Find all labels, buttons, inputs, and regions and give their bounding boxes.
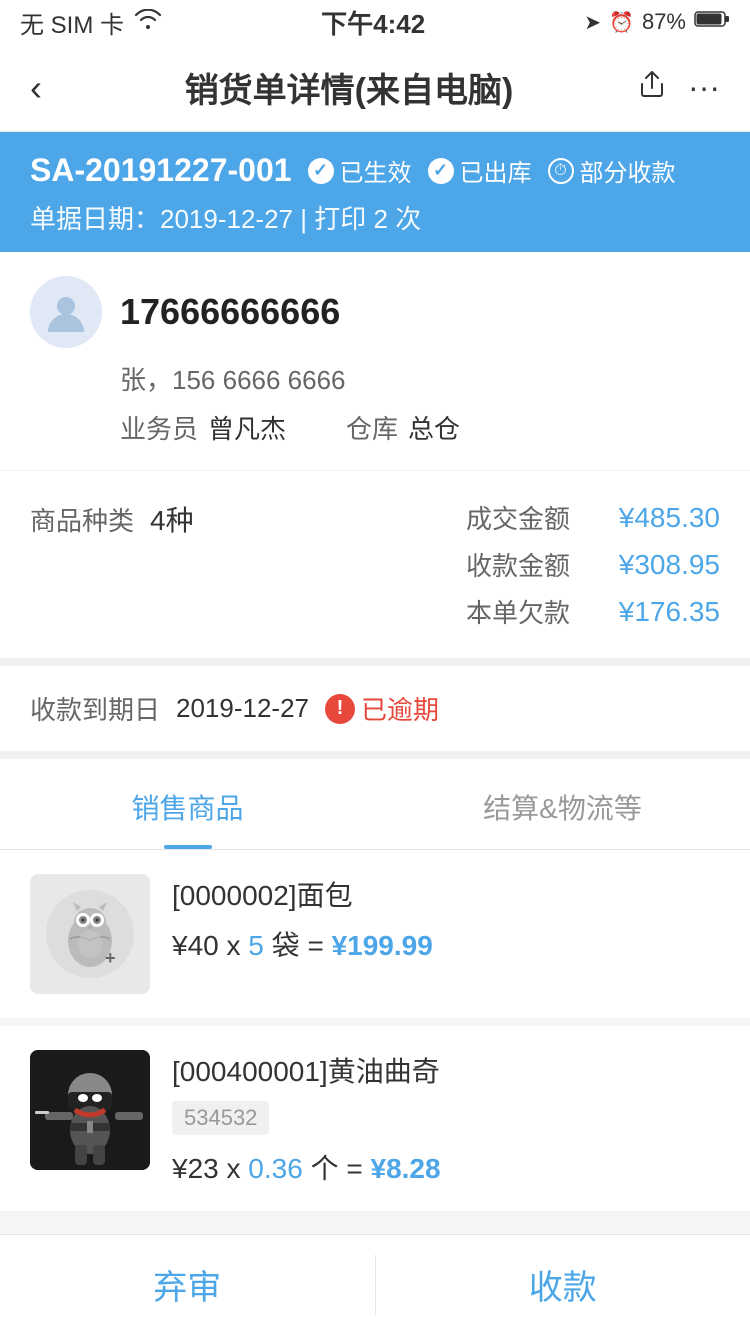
customer-name-phone: 张，156 6666 6666 [120, 360, 720, 397]
received-amount-item: 收款金额 ¥308.95 [466, 546, 720, 583]
price-x-1: x [227, 930, 249, 961]
wifi-icon [134, 8, 162, 36]
product-info-2: [000400001]黄油曲奇 534532 ¥23 x 0.36 个 = ¥8… [172, 1050, 720, 1187]
product-tag-2: 534532 [172, 1101, 269, 1135]
warehouse-item: 仓库 总仓 [346, 409, 460, 446]
category-value: 4种 [150, 499, 194, 539]
price-qty-2: 0.36 [248, 1153, 303, 1184]
customer-avatar [30, 276, 102, 348]
status-shipped-label: 已出库 [460, 153, 532, 188]
category-info: 商品种类 4种 [30, 499, 194, 539]
svg-text:+: + [105, 948, 116, 968]
status-active-label: 已生效 [340, 153, 412, 188]
status-shipped: ✓ 已出库 [428, 153, 532, 188]
deal-amount-value: ¥485.30 [590, 502, 720, 534]
price-x-2: x [227, 1153, 249, 1184]
confirm-button[interactable]: 收款 [376, 1235, 750, 1334]
customer-phone: 17666666666 [120, 291, 340, 333]
print-unit: 次 [395, 204, 421, 234]
received-amount-value: ¥308.95 [590, 549, 720, 581]
price-qty-1: 5 [248, 930, 264, 961]
customer-meta: 业务员 曾凡杰 仓库 总仓 [120, 409, 720, 446]
status-active: ✓ 已生效 [308, 153, 412, 188]
status-bar: 无 SIM 卡 下午4:42 ➤ ⏰ 87% [0, 0, 750, 44]
tab-settlement[interactable]: 结算&物流等 [375, 759, 750, 849]
owed-amount-label: 本单欠款 [466, 593, 570, 630]
tabs-row: 销售商品 结算&物流等 [0, 759, 750, 849]
status-right: ➤ ⏰ 87% [584, 8, 730, 36]
tab-products-label: 销售商品 [131, 793, 243, 824]
separator: | [300, 204, 314, 234]
overdue-icon: ! [325, 694, 355, 724]
price-unit-2: 个 [311, 1153, 339, 1184]
cancel-button[interactable]: 弃审 [0, 1235, 375, 1334]
owed-amount-value: ¥176.35 [590, 596, 720, 628]
share-button[interactable] [636, 68, 668, 108]
order-date-row: 单据日期：2019-12-27 | 打印 2 次 [30, 199, 720, 236]
status-partial-label: 部分收款 [580, 153, 676, 188]
product-price-2: ¥23 x 0.36 个 = ¥8.28 [172, 1147, 720, 1187]
product-price-1: ¥40 x 5 袋 = ¥199.99 [172, 924, 720, 964]
amount-info: 成交金额 ¥485.30 收款金额 ¥308.95 本单欠款 ¥176.35 [466, 499, 720, 630]
warehouse-value: 总仓 [408, 409, 460, 446]
order-header-banner: SA-20191227-001 ✓ 已生效 ✓ 已出库 ⏱ 部分收款 单据日期：… [0, 132, 750, 252]
more-button[interactable]: ··· [688, 69, 720, 106]
status-time: 下午4:42 [321, 4, 425, 41]
print-count: 2 [373, 204, 387, 234]
check-active-icon: ✓ [308, 158, 334, 184]
order-id: SA-20191227-001 [30, 152, 292, 189]
tabs-section: 销售商品 结算&物流等 [0, 759, 750, 850]
sales-rep-value: 曾凡杰 [208, 409, 286, 446]
stats-section: 商品种类 4种 成交金额 ¥485.30 收款金额 ¥308.95 本单欠款 ¥… [0, 471, 750, 666]
sales-rep-label: 业务员 [120, 409, 198, 446]
warehouse-label: 仓库 [346, 409, 398, 446]
status-left: 无 SIM 卡 [20, 5, 162, 40]
page-title: 销货单详情(来自电脑) [62, 63, 636, 112]
status-partial: ⏱ 部分收款 [548, 153, 676, 188]
tab-products[interactable]: 销售商品 [0, 759, 375, 849]
product-name-1: [0000002]面包 [172, 874, 720, 914]
date-value: 2019-12-27 [160, 204, 293, 234]
price-eq-1: = [307, 930, 331, 961]
price-base-1: ¥40 [172, 930, 219, 961]
back-button[interactable]: ‹ [30, 67, 42, 109]
nav-actions: ··· [636, 68, 720, 108]
clock-icon: ⏱ [548, 158, 574, 184]
price-base-2: ¥23 [172, 1153, 219, 1184]
location-icon: ➤ [584, 10, 601, 35]
battery-icon [694, 8, 730, 36]
date-label: 单据日期： [30, 204, 160, 234]
print-label: 打印 [314, 204, 366, 234]
product-item-2: [000400001]黄油曲奇 534532 ¥23 x 0.36 个 = ¥8… [0, 1026, 750, 1211]
price-total-2: ¥8.28 [371, 1153, 441, 1184]
nav-bar: ‹ 销货单详情(来自电脑) ··· [0, 44, 750, 132]
category-label: 商品种类 [30, 501, 134, 538]
overdue-badge: ! 已逾期 [325, 690, 439, 727]
product-thumb-2 [30, 1050, 150, 1170]
deal-amount-item: 成交金额 ¥485.30 [466, 499, 720, 536]
received-amount-label: 收款金额 [466, 546, 570, 583]
due-date-value: 2019-12-27 [176, 693, 309, 724]
product-name-2: [000400001]黄油曲奇 [172, 1050, 720, 1090]
product-info-1: [0000002]面包 ¥40 x 5 袋 = ¥199.99 [172, 874, 720, 964]
tab-settlement-label: 结算&物流等 [483, 793, 642, 824]
product-item: + [0000002]面包 ¥40 x 5 袋 = ¥199.99 [0, 850, 750, 1018]
check-shipped-icon: ✓ [428, 158, 454, 184]
battery-text: 87% [642, 9, 686, 35]
bottom-bar: 弃审 收款 [0, 1234, 750, 1334]
due-date-section: 收款到期日 2019-12-27 ! 已逾期 [0, 666, 750, 759]
product-thumb-1: + [30, 874, 150, 994]
price-unit-1: 袋 [272, 930, 300, 961]
due-date-label: 收款到期日 [30, 690, 160, 727]
price-total-1: ¥199.99 [332, 930, 433, 961]
sim-text: 无 SIM 卡 [20, 5, 124, 40]
sales-rep-item: 业务员 曾凡杰 [120, 409, 286, 446]
alarm-icon: ⏰ [609, 10, 634, 35]
price-eq-2: = [346, 1153, 370, 1184]
deal-amount-label: 成交金额 [466, 499, 570, 536]
customer-section: 17666666666 张，156 6666 6666 业务员 曾凡杰 仓库 总… [0, 252, 750, 471]
owed-amount-item: 本单欠款 ¥176.35 [466, 593, 720, 630]
overdue-label: 已逾期 [361, 690, 439, 727]
